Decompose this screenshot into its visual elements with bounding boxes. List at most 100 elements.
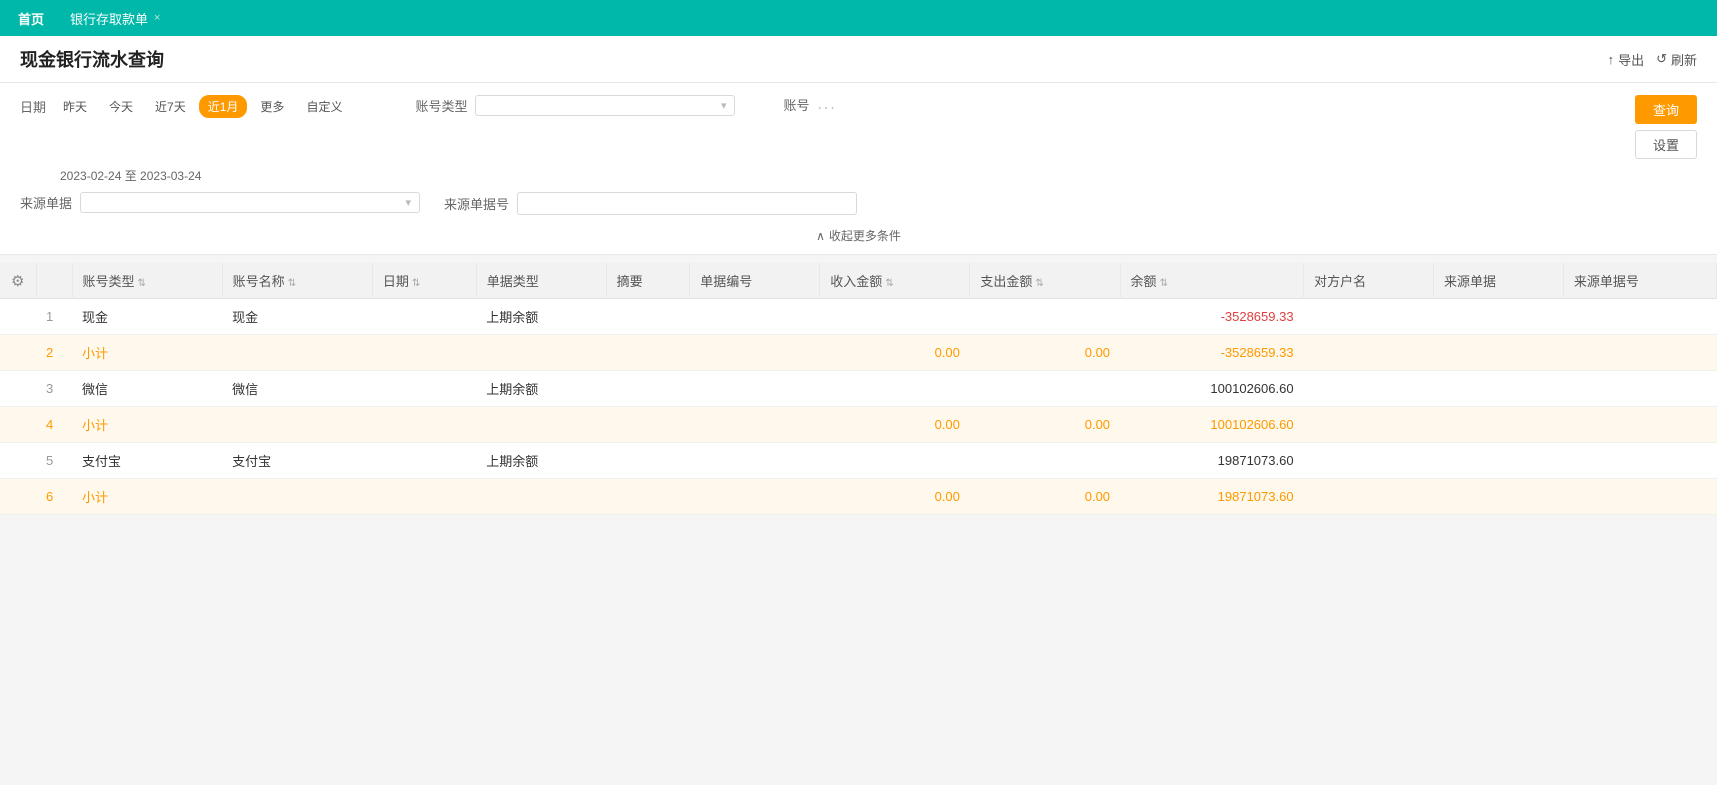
cell-doc_type	[476, 407, 606, 443]
cell-account_type: 小计	[72, 335, 222, 371]
cell-expense	[970, 443, 1120, 479]
cell-income	[820, 371, 970, 407]
data-table: ⚙账号类型⇅账号名称⇅日期⇅单据类型摘要单据编号收入金额⇅支出金额⇅余额⇅对方户…	[0, 263, 1717, 515]
tab-close-icon[interactable]: ×	[154, 12, 160, 24]
cell-doc_no	[690, 479, 820, 515]
date-option-5[interactable]: 自定义	[297, 95, 351, 118]
cell-source_doc_no	[1563, 299, 1716, 335]
sort-icon-account_type: ⇅	[138, 278, 146, 289]
cell-summary	[606, 407, 690, 443]
cell-account_type: 微信	[72, 371, 222, 407]
cell-date	[372, 479, 476, 515]
export-button[interactable]: ↑ 导出	[1608, 50, 1645, 69]
cell-source_doc_no	[1563, 479, 1716, 515]
cell-counterpart	[1304, 479, 1434, 515]
col-label-expense: 支出金额	[980, 274, 1032, 289]
cell-balance: 19871073.60	[1120, 479, 1304, 515]
col-date[interactable]: 日期⇅	[372, 263, 476, 299]
sort-icon-account_name: ⇅	[288, 278, 296, 289]
col-account_type[interactable]: 账号类型⇅	[72, 263, 222, 299]
cell-counterpart	[1304, 335, 1434, 371]
cell-balance: -3528659.33	[1120, 335, 1304, 371]
source-doc-select[interactable]: ▾	[80, 192, 420, 213]
col-balance[interactable]: 余额⇅	[1120, 263, 1304, 299]
page-title: 现金银行流水查询	[20, 46, 164, 72]
cell-account_type: 小计	[72, 407, 222, 443]
cell-source_doc_no	[1563, 371, 1716, 407]
col-label-counterpart: 对方户名	[1314, 274, 1366, 289]
cell-income: 0.00	[820, 335, 970, 371]
export-label: 导出	[1618, 50, 1644, 69]
table-row[interactable]: 4小计0.000.00100102606.60	[0, 407, 1717, 443]
sort-icon-income: ⇅	[885, 278, 893, 289]
cell-doc_no	[690, 335, 820, 371]
source-doc-no-filter-group: 来源单据号	[444, 192, 857, 215]
refresh-button[interactable]: ↺ 刷新	[1656, 50, 1697, 69]
cell-source_doc	[1433, 407, 1563, 443]
filter-row-2: 来源单据 ▾ 来源单据号	[20, 192, 1697, 215]
account-filter-group: 账号 ...	[783, 95, 836, 114]
cell-source_doc_no	[1563, 407, 1716, 443]
col-label-balance: 余额	[1131, 274, 1157, 289]
cell-settings	[0, 371, 36, 407]
table-row[interactable]: 1现金现金上期余额-3528659.33	[0, 299, 1717, 335]
refresh-label: 刷新	[1671, 50, 1697, 69]
date-option-0[interactable]: 昨天	[54, 95, 96, 118]
cell-doc_type: 上期余额	[476, 443, 606, 479]
nav-tabs: 收款单×付款单×其他收入单×应收应付调整单×银行存取款单×预收冲应收单×收款核销…	[58, 0, 198, 36]
date-label: 日期	[20, 97, 46, 116]
date-option-3[interactable]: 近1月	[199, 95, 248, 118]
settings-button[interactable]: 设置	[1635, 130, 1697, 159]
col-income[interactable]: 收入金额⇅	[820, 263, 970, 299]
cell-summary	[606, 371, 690, 407]
cell-date	[372, 443, 476, 479]
cell-account_name: 支付宝	[222, 443, 372, 479]
col-label-doc_type: 单据类型	[487, 274, 539, 289]
table-row[interactable]: 5支付宝支付宝上期余额19871073.60	[0, 443, 1717, 479]
collapse-label: 收起更多条件	[829, 227, 901, 244]
account-dots[interactable]: ...	[817, 96, 836, 114]
cell-income: 0.00	[820, 407, 970, 443]
col-label-summary: 摘要	[617, 274, 643, 289]
date-options: 昨天今天近7天近1月更多自定义	[54, 95, 351, 118]
col-account_name[interactable]: 账号名称⇅	[222, 263, 372, 299]
cell-doc_type: 上期余额	[476, 371, 606, 407]
col-label-income: 收入金额	[830, 274, 882, 289]
date-option-2[interactable]: 近7天	[146, 95, 195, 118]
table-row[interactable]: 3微信微信上期余额100102606.60	[0, 371, 1717, 407]
sort-icon-expense: ⇅	[1035, 278, 1043, 289]
collapse-bar[interactable]: ∧ 收起更多条件	[20, 223, 1697, 246]
nav-home[interactable]: 首页	[4, 9, 58, 28]
cell-balance: 100102606.60	[1120, 407, 1304, 443]
account-type-select[interactable]: ▾	[475, 95, 735, 116]
col-label-account_type: 账号类型	[83, 274, 135, 289]
col-counterpart: 对方户名	[1304, 263, 1434, 299]
col-label-date: 日期	[383, 274, 409, 289]
cell-income	[820, 443, 970, 479]
date-option-1[interactable]: 今天	[100, 95, 142, 118]
cell-summary	[606, 299, 690, 335]
cell-date	[372, 371, 476, 407]
cell-expense	[970, 371, 1120, 407]
cell-counterpart	[1304, 299, 1434, 335]
cell-doc_type: 上期余额	[476, 299, 606, 335]
cell-account_name: 现金	[222, 299, 372, 335]
cell-account_name	[222, 335, 372, 371]
table-settings-icon[interactable]: ⚙	[11, 273, 24, 290]
filter-row-1: 日期 昨天今天近7天近1月更多自定义 账号类型 ▾ 账号 ... 查询 设置	[20, 95, 1697, 159]
cell-settings	[0, 335, 36, 371]
query-button[interactable]: 查询	[1635, 95, 1697, 124]
source-doc-arrow-icon: ▾	[405, 196, 411, 209]
col-source_doc: 来源单据	[1433, 263, 1563, 299]
table-container: ⚙账号类型⇅账号名称⇅日期⇅单据类型摘要单据编号收入金额⇅支出金额⇅余额⇅对方户…	[0, 263, 1717, 515]
col-summary: 摘要	[606, 263, 690, 299]
table-row[interactable]: 6小计0.000.0019871073.60	[0, 479, 1717, 515]
table-row[interactable]: 2小计0.000.00-3528659.33	[0, 335, 1717, 371]
date-option-4[interactable]: 更多	[251, 95, 293, 118]
col-expense[interactable]: 支出金额⇅	[970, 263, 1120, 299]
cell-expense: 0.00	[970, 407, 1120, 443]
collapse-icon: ∧	[816, 229, 825, 243]
nav-tab-银行存取款单[interactable]: 银行存取款单×	[58, 0, 198, 36]
col-row_num	[36, 263, 72, 299]
source-doc-no-input[interactable]	[517, 192, 857, 215]
